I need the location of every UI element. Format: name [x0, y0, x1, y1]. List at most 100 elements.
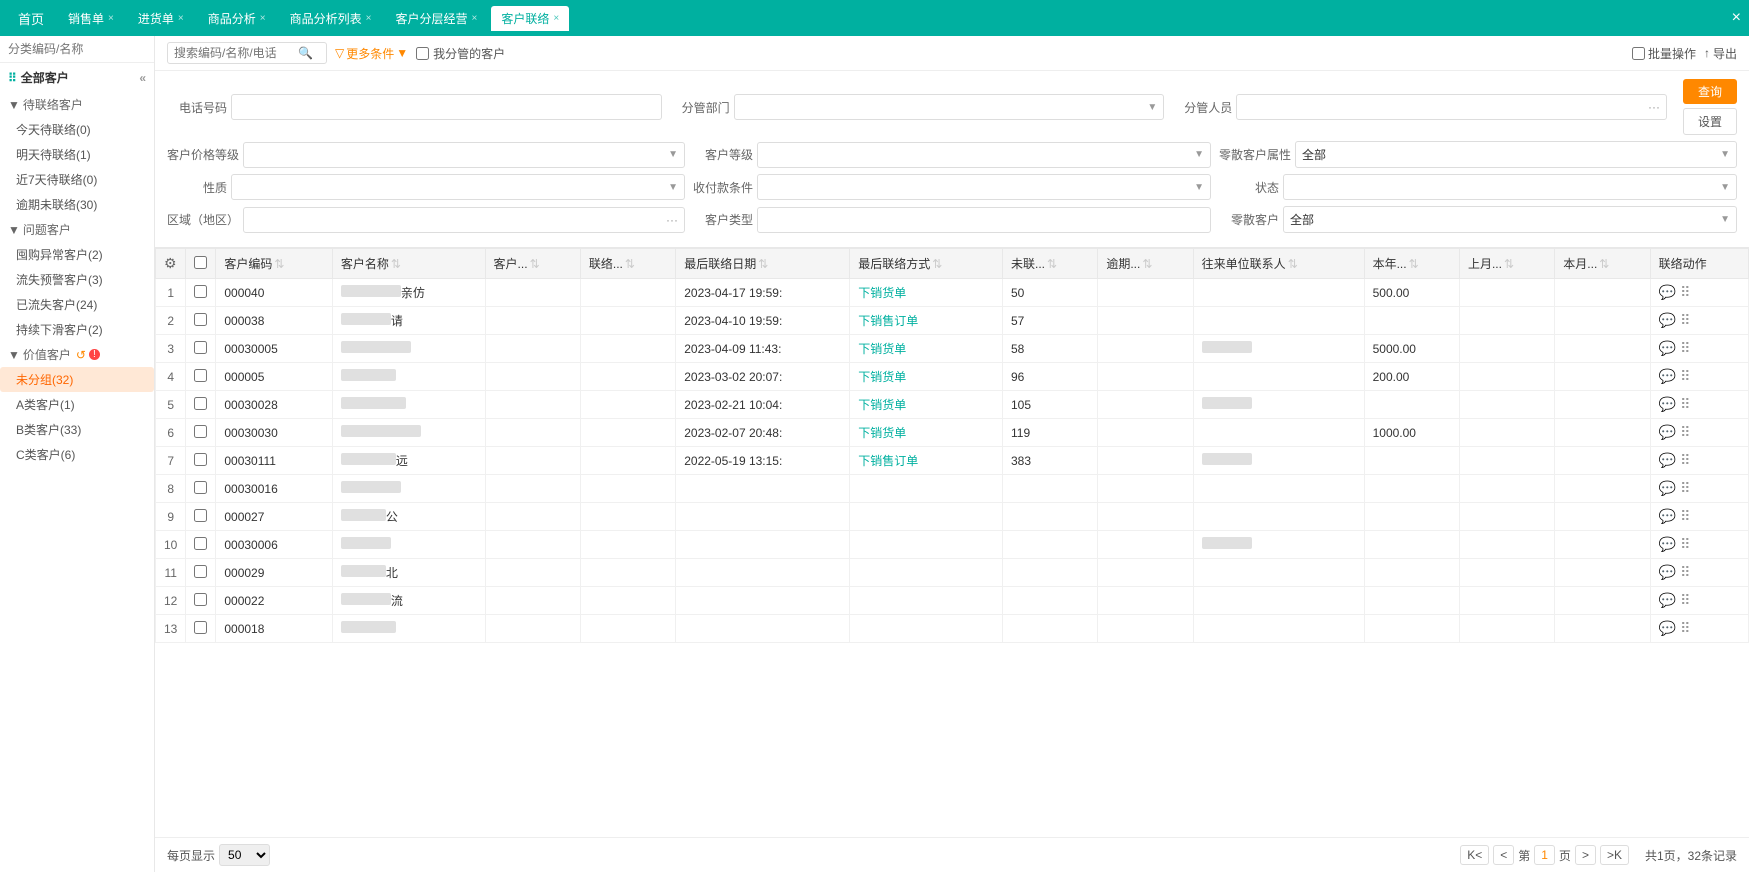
- close-tab-5-icon[interactable]: ×: [553, 13, 559, 24]
- sidebar-item-class-c[interactable]: C类客户(6): [0, 442, 154, 467]
- nav-tab-0[interactable]: 销售单 ×: [58, 6, 124, 31]
- last-page-button[interactable]: >K: [1600, 845, 1629, 865]
- grid-action-icon[interactable]: ⠿: [1680, 564, 1690, 581]
- export-button[interactable]: ↑ 导出: [1704, 45, 1737, 62]
- row-select-checkbox[interactable]: [194, 397, 207, 410]
- filter-level-input[interactable]: ▼: [757, 142, 1211, 168]
- filter-price-input[interactable]: ▼: [243, 142, 685, 168]
- group-value-customers[interactable]: ▼ 价值客户 ↺ !: [0, 342, 154, 367]
- refresh-icon[interactable]: ↺: [76, 348, 86, 362]
- close-tab-2-icon[interactable]: ×: [260, 13, 266, 24]
- filter-scatter-input[interactable]: 全部 ▼: [1295, 141, 1737, 168]
- th-this-month[interactable]: 本月...⇅: [1555, 249, 1650, 279]
- chat-action-icon[interactable]: 💬: [1659, 368, 1676, 385]
- row-select-checkbox[interactable]: [194, 341, 207, 354]
- first-page-button[interactable]: K<: [1460, 845, 1489, 865]
- th-name[interactable]: 客户名称⇅: [332, 249, 485, 279]
- sidebar-item-declining[interactable]: 持续下滑客户(2): [0, 317, 154, 342]
- row-select-checkbox[interactable]: [194, 453, 207, 466]
- th-last-method[interactable]: 最后联络方式⇅: [850, 249, 1003, 279]
- my-customers-check[interactable]: [416, 47, 429, 60]
- row-select-checkbox[interactable]: [194, 593, 207, 606]
- sidebar-item-churned[interactable]: 已流失客户(24): [0, 292, 154, 317]
- filter-nature-input[interactable]: ▼: [231, 174, 685, 200]
- gear-icon[interactable]: ⚙: [164, 255, 177, 271]
- sidebar-item-class-b[interactable]: B类客户(33): [0, 417, 154, 442]
- sidebar-item-tomorrow-pending[interactable]: 明天待联络(1): [0, 142, 154, 167]
- sidebar-item-ungrouped[interactable]: 未分组(32): [0, 367, 154, 392]
- last-method-link[interactable]: 下销售订单: [858, 454, 918, 468]
- sidebar-item-overdue-pending[interactable]: 逾期未联络(30): [0, 192, 154, 217]
- grid-action-icon[interactable]: ⠿: [1680, 536, 1690, 553]
- chat-action-icon[interactable]: 💬: [1659, 312, 1676, 329]
- close-tab-0-icon[interactable]: ×: [108, 13, 114, 24]
- close-tab-4-icon[interactable]: ×: [471, 13, 477, 24]
- last-method-link[interactable]: 下销货单: [858, 398, 906, 412]
- sidebar-item-today-pending[interactable]: 今天待联络(0): [0, 117, 154, 142]
- row-select-checkbox[interactable]: [194, 621, 207, 634]
- chat-action-icon[interactable]: 💬: [1659, 284, 1676, 301]
- row-select-checkbox[interactable]: [194, 313, 207, 326]
- select-all-checkbox[interactable]: [194, 256, 207, 269]
- filter-dept-input[interactable]: ▼: [734, 94, 1165, 120]
- nav-tab-4[interactable]: 客户分层经营 ×: [385, 6, 487, 31]
- customer-search-input[interactable]: [174, 46, 294, 60]
- close-tab-3-icon[interactable]: ×: [366, 13, 372, 24]
- th-gear[interactable]: ⚙: [156, 249, 186, 279]
- grid-action-icon[interactable]: ⠿: [1680, 424, 1690, 441]
- chat-action-icon[interactable]: 💬: [1659, 424, 1676, 441]
- filter-person-input[interactable]: ···: [1236, 94, 1667, 120]
- more-conditions-button[interactable]: ▽ 更多条件 ▼: [335, 45, 408, 62]
- grid-action-icon[interactable]: ⠿: [1680, 312, 1690, 329]
- group-problem-customers[interactable]: ▼ 问题客户: [0, 217, 154, 242]
- row-select-checkbox[interactable]: [194, 481, 207, 494]
- row-select-checkbox[interactable]: [194, 285, 207, 298]
- row-select-checkbox[interactable]: [194, 369, 207, 382]
- th-overdue[interactable]: 逾期...⇅: [1098, 249, 1193, 279]
- grid-action-icon[interactable]: ⠿: [1680, 592, 1690, 609]
- sidebar-collapse-btn[interactable]: «: [139, 71, 146, 85]
- th-last-month[interactable]: 上月...⇅: [1459, 249, 1554, 279]
- sidebar-search-input[interactable]: [8, 42, 155, 56]
- sidebar-item-class-a[interactable]: A类客户(1): [0, 392, 154, 417]
- th-contact[interactable]: 联络...⇅: [580, 249, 675, 279]
- th-no-contact[interactable]: 未联...⇅: [1002, 249, 1097, 279]
- batch-check[interactable]: [1632, 47, 1645, 60]
- chat-action-icon[interactable]: 💬: [1659, 396, 1676, 413]
- chat-action-icon[interactable]: 💬: [1659, 452, 1676, 469]
- next-page-button[interactable]: >: [1575, 845, 1596, 865]
- reset-button[interactable]: 设置: [1683, 108, 1737, 135]
- grid-action-icon[interactable]: ⠿: [1680, 368, 1690, 385]
- batch-operation-button[interactable]: 批量操作: [1632, 45, 1696, 62]
- th-this-year[interactable]: 本年...⇅: [1364, 249, 1459, 279]
- last-method-link[interactable]: 下销售订单: [858, 314, 918, 328]
- page-size-select[interactable]: 50 100 200: [219, 844, 270, 866]
- sidebar-item-7days-pending[interactable]: 近7天待联络(0): [0, 167, 154, 192]
- chat-action-icon[interactable]: 💬: [1659, 592, 1676, 609]
- chat-action-icon[interactable]: 💬: [1659, 536, 1676, 553]
- filter-status-input[interactable]: ▼: [1283, 174, 1737, 200]
- last-method-link[interactable]: 下销货单: [858, 342, 906, 356]
- grid-action-icon[interactable]: ⠿: [1680, 452, 1690, 469]
- my-customers-checkbox[interactable]: 我分管的客户: [416, 45, 505, 62]
- close-tab-1-icon[interactable]: ×: [178, 13, 184, 24]
- row-select-checkbox[interactable]: [194, 565, 207, 578]
- filter-payment-input[interactable]: ▼: [757, 174, 1211, 200]
- chat-action-icon[interactable]: 💬: [1659, 620, 1676, 637]
- sidebar-item-abnormal-purchase[interactable]: 囤购异常客户(2): [0, 242, 154, 267]
- sidebar-item-churn-warning[interactable]: 流失预警客户(3): [0, 267, 154, 292]
- last-method-link[interactable]: 下销货单: [858, 286, 906, 300]
- th-last-date[interactable]: 最后联络日期⇅: [676, 249, 850, 279]
- filter-region-input[interactable]: ···: [243, 207, 685, 233]
- th-type[interactable]: 客户...⇅: [485, 249, 580, 279]
- filter-scatter-customer-input[interactable]: 全部 ▼: [1283, 206, 1737, 233]
- nav-tab-1[interactable]: 进货单 ×: [128, 6, 194, 31]
- chat-action-icon[interactable]: 💬: [1659, 340, 1676, 357]
- chat-action-icon[interactable]: 💬: [1659, 564, 1676, 581]
- th-code[interactable]: 客户编码⇅: [216, 249, 333, 279]
- row-select-checkbox[interactable]: [194, 509, 207, 522]
- filter-phone-input[interactable]: [231, 94, 662, 120]
- nav-tab-3[interactable]: 商品分析列表 ×: [280, 6, 382, 31]
- window-close-button[interactable]: ×: [1732, 9, 1741, 27]
- chat-action-icon[interactable]: 💬: [1659, 508, 1676, 525]
